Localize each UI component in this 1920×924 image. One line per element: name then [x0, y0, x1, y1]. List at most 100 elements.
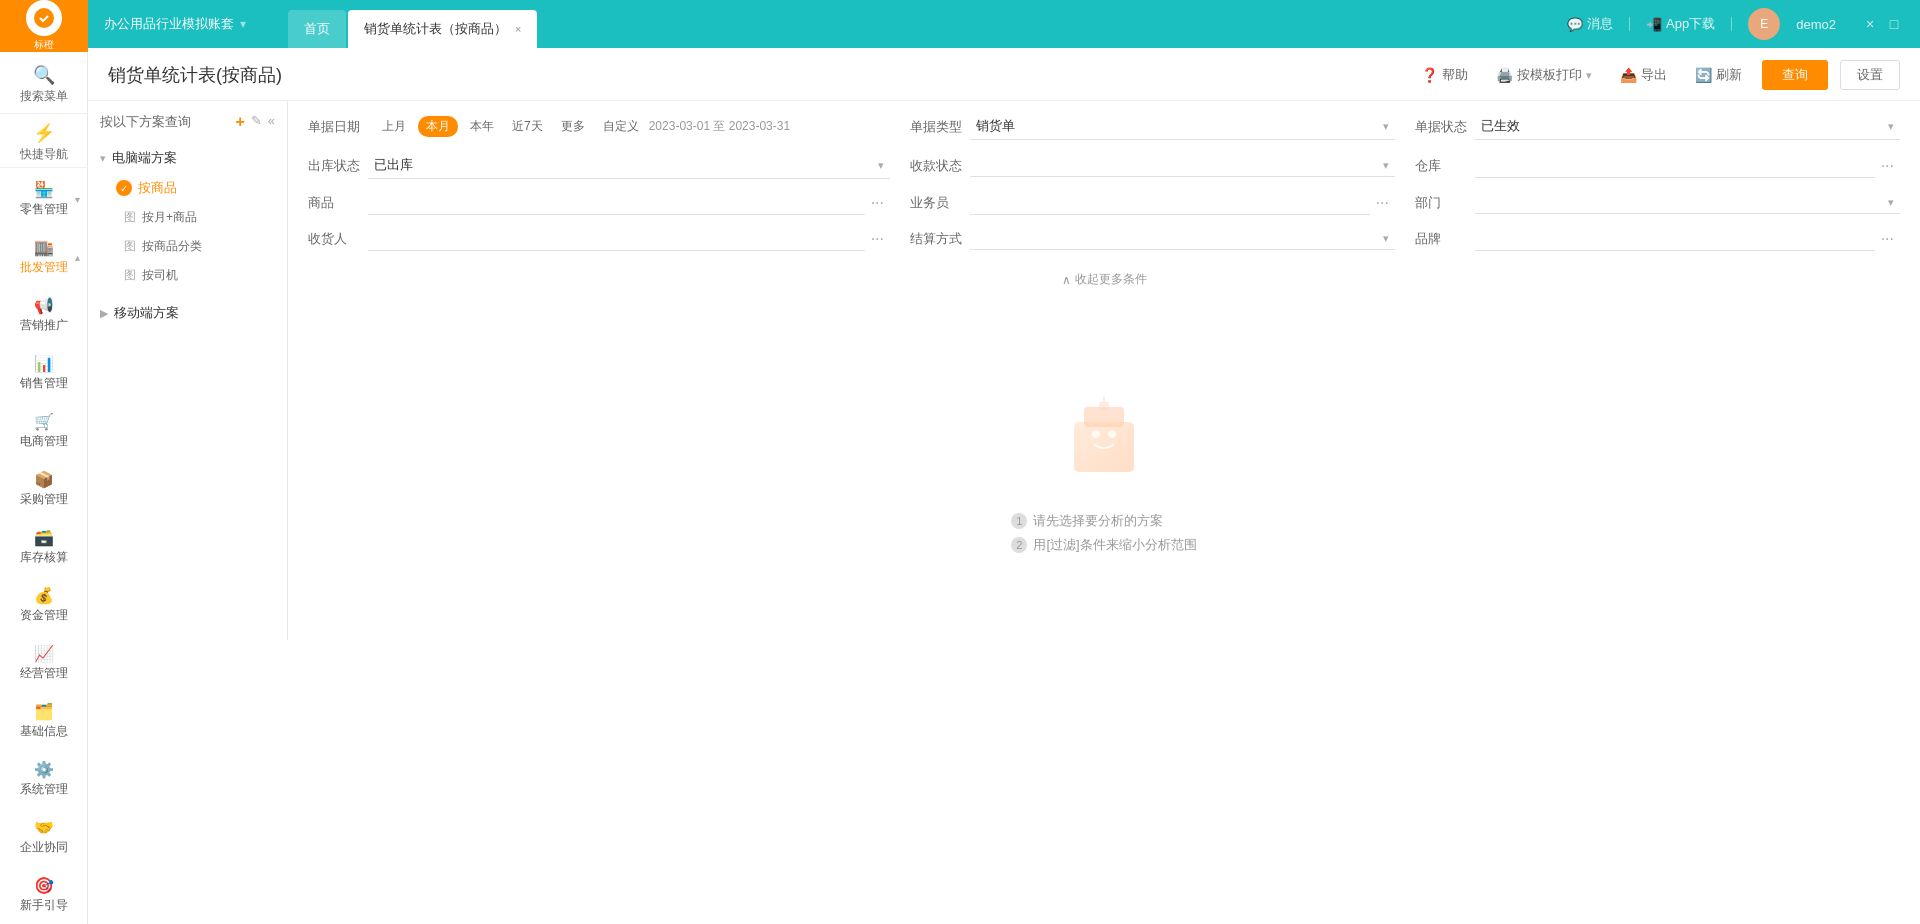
basic-icon: 🗂️	[34, 702, 54, 721]
tabs-area: 首页 销货单统计表（按商品） ×	[288, 0, 1551, 48]
filter-product: 商品 ···	[308, 191, 890, 215]
refresh-icon: 🔄	[1695, 67, 1712, 83]
sidebar-item-retail[interactable]: 🏪 零售管理 ▾	[0, 170, 88, 228]
doc-type-select[interactable]: 销货单 ▾	[970, 113, 1395, 140]
tab-report[interactable]: 销货单统计表（按商品） ×	[348, 10, 537, 48]
settings-btn[interactable]: 设置	[1840, 60, 1900, 90]
filter-sidebar-header: 按以下方案查询 + ✎ «	[88, 113, 287, 139]
filter-group-pc-title[interactable]: ▾ 电脑端方案	[88, 143, 287, 173]
date-7days[interactable]: 近7天	[506, 116, 549, 137]
date-last-month[interactable]: 上月	[376, 116, 412, 137]
sidebar-item-wholesale[interactable]: 🏬 批发管理 ▴	[0, 228, 88, 286]
filter-row-3: 商品 ··· 业务员 ··· 部门	[308, 191, 1900, 215]
filter-group-mobile-title[interactable]: ▶ 移动端方案	[88, 298, 287, 328]
empty-tip-1: 请先选择要分析的方案	[1011, 512, 1196, 530]
date-custom[interactable]: 自定义	[597, 116, 645, 137]
product-more-btn[interactable]: ···	[865, 194, 890, 212]
receiver-input[interactable]	[368, 227, 865, 251]
salesperson-more-btn[interactable]: ···	[1370, 194, 1395, 212]
brand-more-btn[interactable]: ···	[1875, 230, 1900, 248]
out-status-select[interactable]: 已出库 ▾	[368, 152, 890, 179]
sidebar-item-ecommerce[interactable]: 🛒 电商管理	[0, 402, 88, 460]
date-more[interactable]: 更多	[555, 116, 591, 137]
maximize-window-btn[interactable]: □	[1884, 14, 1904, 34]
sidebar-item-guide[interactable]: 🎯 新手引导	[0, 866, 88, 924]
guide-icon: 🎯	[34, 876, 54, 895]
empty-state: 请先选择要分析的方案 用[过滤]条件来缩小分析范围	[288, 292, 1920, 640]
export-btn[interactable]: 📤 导出	[1612, 62, 1675, 88]
doc-status-select[interactable]: 已生效 ▾	[1475, 113, 1900, 140]
close-window-btn[interactable]: ×	[1860, 14, 1880, 34]
date-this-year[interactable]: 本年	[464, 116, 500, 137]
sidebar-actions: + ✎ «	[235, 113, 275, 131]
svg-point-0	[34, 8, 54, 28]
out-status-value: 已出库	[374, 156, 413, 174]
product-input[interactable]	[368, 191, 865, 215]
query-btn[interactable]: 查询	[1762, 60, 1828, 90]
sidebar-quick-nav[interactable]: ⚡ 快捷导航	[0, 114, 88, 168]
industry-selector[interactable]: 办公用品行业模拟账套 ▾	[88, 0, 288, 48]
edit-scheme-btn[interactable]: ✎	[251, 113, 262, 131]
payment-method-select[interactable]: ▾	[970, 228, 1395, 250]
chevron-up-icon: ∧	[1062, 273, 1071, 287]
sidebar-item-marketing[interactable]: 📢 营销推广	[0, 286, 88, 344]
header-right: 💬 消息 📲 App下载 E demo2 × □	[1551, 0, 1920, 48]
chevron-down-icon: ▾	[100, 152, 106, 165]
scheme-icon-2: 图	[124, 238, 136, 255]
user-name[interactable]: demo2	[1796, 17, 1836, 32]
salesperson-input[interactable]	[970, 191, 1370, 215]
filter-payment-status: 收款状态 ▾	[910, 155, 1395, 177]
filter-doc-type: 单据类型 销货单 ▾	[910, 113, 1395, 140]
sidebar-item-inventory[interactable]: 🗃️ 库存核算	[0, 518, 88, 576]
collapse-filters-btn[interactable]: ∧ 收起更多条件	[308, 263, 1900, 292]
scheme-by-product[interactable]: ✓ 按商品	[88, 173, 287, 203]
filter-receiver: 收货人 ···	[308, 227, 890, 251]
sidebar-item-purchase[interactable]: 📦 采购管理	[0, 460, 88, 518]
print-btn[interactable]: 🖨️ 按模板打印 ▾	[1488, 62, 1600, 88]
app-download-btn[interactable]: 📲 App下载	[1646, 15, 1715, 33]
sidebar-search[interactable]: 🔍 搜索菜单	[0, 52, 88, 114]
sidebar-item-system[interactable]: ⚙️ 系统管理	[0, 750, 88, 808]
marketing-icon: 📢	[34, 296, 54, 315]
payment-method-label: 结算方式	[910, 230, 970, 248]
warehouse-input[interactable]	[1475, 154, 1875, 178]
main-area: 办公用品行业模拟账套 ▾ 首页 销货单统计表（按商品） × 💬 消息 📲 App…	[88, 0, 1920, 924]
wholesale-icon: 🏬	[34, 238, 54, 257]
refresh-btn[interactable]: 🔄 刷新	[1687, 62, 1750, 88]
collapse-sidebar-btn[interactable]: «	[268, 113, 275, 131]
scheme-by-printer[interactable]: 图 按司机	[88, 261, 287, 290]
date-this-month[interactable]: 本月	[418, 116, 458, 137]
sidebar-item-sales[interactable]: 📊 销售管理	[0, 344, 88, 402]
filter-sidebar: 按以下方案查询 + ✎ « ▾ 电脑端方案 ✓ 按商品	[88, 101, 288, 640]
sidebar-logo[interactable]: 标橙	[0, 0, 88, 52]
sidebar-item-basic[interactable]: 🗂️ 基础信息	[0, 692, 88, 750]
filter-warehouse: 仓库 ···	[1415, 154, 1900, 178]
payment-status-select[interactable]: ▾	[970, 155, 1395, 177]
divider	[1629, 17, 1630, 31]
filter-row-2: 出库状态 已出库 ▾ 收款状态 ▾	[308, 152, 1900, 179]
export-icon: 📤	[1620, 67, 1637, 83]
receiver-more-btn[interactable]: ···	[865, 230, 890, 248]
scheme-by-month-product[interactable]: 图 按月+商品	[88, 203, 287, 232]
department-label: 部门	[1415, 194, 1475, 212]
tab-close-icon[interactable]: ×	[515, 23, 521, 35]
date-range-display: 2023-03-01 至 2023-03-31	[649, 118, 790, 135]
user-avatar[interactable]: E	[1748, 8, 1780, 40]
retail-icon: 🏪	[34, 180, 54, 199]
tab-home[interactable]: 首页	[288, 10, 346, 48]
payment-method-dropdown-icon: ▾	[1383, 232, 1389, 245]
purchase-icon: 📦	[34, 470, 54, 489]
sales-icon: 📊	[34, 354, 54, 373]
message-btn[interactable]: 💬 消息	[1567, 15, 1613, 33]
warehouse-more-btn[interactable]: ···	[1875, 157, 1900, 175]
finance-icon: 💰	[34, 586, 54, 605]
department-select[interactable]: ▾	[1475, 192, 1900, 214]
scheme-by-category[interactable]: 图 按商品分类	[88, 232, 287, 261]
brand-input[interactable]	[1475, 227, 1875, 251]
sidebar-item-finance[interactable]: 💰 资金管理	[0, 576, 88, 634]
sidebar-item-enterprise[interactable]: 🤝 企业协同	[0, 808, 88, 866]
add-scheme-btn[interactable]: +	[235, 113, 244, 131]
sidebar-item-operations[interactable]: 📈 经营管理	[0, 634, 88, 692]
help-btn[interactable]: ❓ 帮助	[1413, 62, 1476, 88]
payment-status-label: 收款状态	[910, 157, 970, 175]
